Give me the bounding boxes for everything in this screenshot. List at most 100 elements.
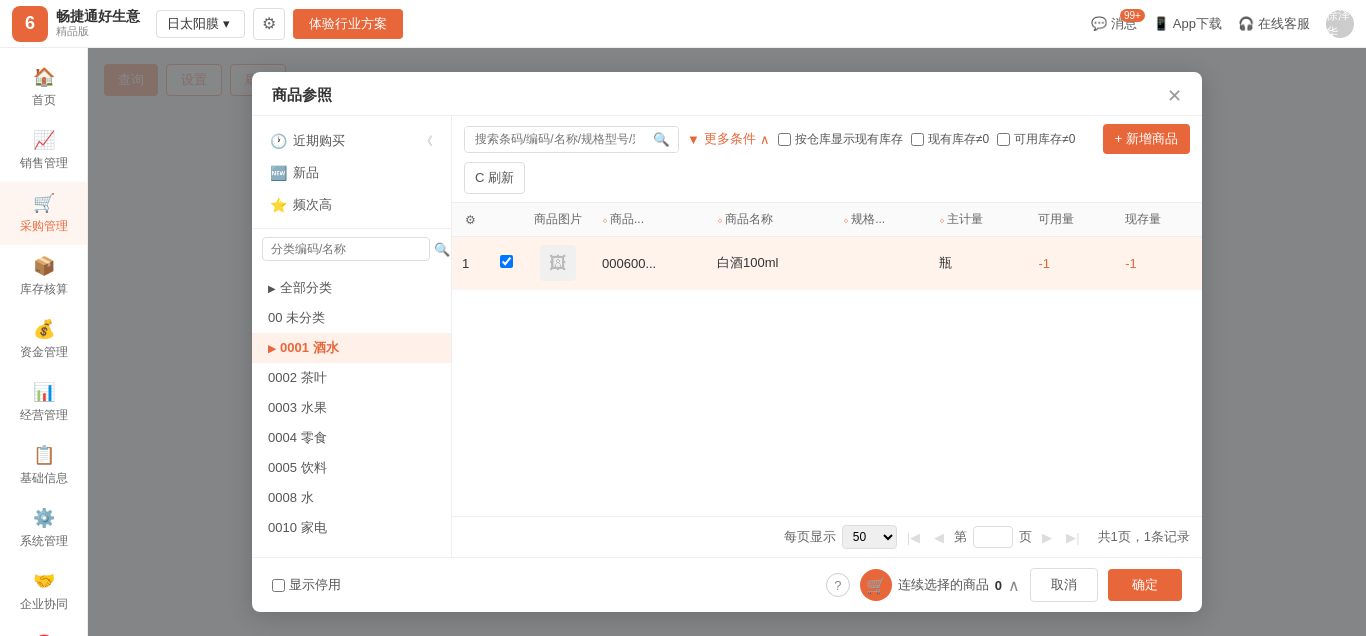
user-profile-nav-item[interactable]: 徐泽华 [1326,10,1354,38]
check-available-stock-not-zero[interactable]: 可用库存≠0 [997,131,1075,148]
sidebar-item-operations[interactable]: 📊 经营管理 [0,371,87,434]
system-icon: ⚙️ [33,507,55,529]
show-disabled-label[interactable]: 显示停用 [272,576,341,594]
help-icon[interactable]: ? [826,573,850,597]
settings-icon[interactable]: ⚙ [253,8,285,40]
category-item-0001[interactable]: ▶ 0001 酒水 [252,333,451,363]
message-nav-item[interactable]: 💬 消息 99+ [1091,15,1137,33]
cart-area: 🛒 连续选择的商品 0 ∧ [860,569,1020,601]
filter-icon: ▼ [687,132,700,147]
sidebar-item-sales[interactable]: 📈 销售管理 [0,119,87,182]
refresh-button[interactable]: C 刷新 [464,162,525,194]
category-item-0002[interactable]: 0002 茶叶 [252,363,451,393]
product-table-wrap: ⚙ 商品图片 [452,203,1202,516]
operations-icon: 📊 [33,381,55,403]
dialog-header: 商品参照 ✕ [252,72,1202,116]
sidebar-item-enterprise[interactable]: 🤝 企业协同 [0,560,87,623]
row-unit: 瓶 [929,237,1028,290]
table-row[interactable]: 1 🖼 000600... 白酒100ml [452,237,1202,290]
collapse-cart-icon[interactable]: ∧ [1008,576,1020,595]
row-code: 000600... [592,237,707,290]
page-suffix: 页 [1019,528,1032,546]
sidebar-item-inventory[interactable]: 📦 库存核算 [0,245,87,308]
left-panel: 🕐 近期购买 《 🆕 新品 ⭐ 频次高 [252,116,452,557]
message-icon: 💬 [1091,16,1107,31]
col-settings[interactable]: ⚙ [452,203,488,237]
col-name[interactable]: ⬦ 商品名称 [707,203,833,237]
next-page-btn[interactable]: ▶ [1038,528,1056,547]
product-image: 🖼 [540,245,576,281]
row-name: 白酒100ml [707,237,833,290]
cart-count: 0 [995,578,1002,593]
category-item-0005[interactable]: 0005 饮料 [252,453,451,483]
row-checkbox[interactable] [500,255,513,268]
category-item-0003[interactable]: 0003 水果 [252,393,451,423]
nav-right: 💬 消息 99+ 📱 App下载 🎧 在线客服 徐泽华 [1091,10,1354,38]
col-spec[interactable]: ⬦ 规格... [833,203,929,237]
sort-icon-code: ⬦ [602,214,608,225]
sidebar-item-finance[interactable]: 💰 资金管理 [0,308,87,371]
col-code[interactable]: ⬦ 商品... [592,203,707,237]
company-selector[interactable]: 日太阳膜 ▾ [156,10,245,38]
product-search-input[interactable] [465,127,645,151]
new-products-item[interactable]: 🆕 新品 [262,158,441,188]
check-current-stock-not-zero[interactable]: 现有库存≠0 [911,131,989,148]
category-item-0004[interactable]: 0004 零食 [252,423,451,453]
chevron-down-icon: ▾ [223,16,230,31]
category-search-icon[interactable]: 🔍 [434,242,450,257]
col-available[interactable]: 可用量 [1028,203,1115,237]
show-disabled-checkbox[interactable] [272,579,285,592]
per-page-select[interactable]: 50 100 200 [842,525,897,549]
category-item-0010[interactable]: 0010 家电 [252,513,451,543]
category-search-input[interactable] [262,237,430,261]
sidebar-item-guide[interactable]: 🎯 新手引导 [0,623,87,636]
sidebar-item-system[interactable]: ⚙️ 系统管理 [0,497,87,560]
row-checkbox-cell[interactable] [488,237,524,290]
product-table: ⚙ 商品图片 [452,203,1202,290]
page-number-input[interactable]: 1 [973,526,1013,548]
left-panel-top: 🕐 近期购买 《 🆕 新品 ⭐ 频次高 [252,126,451,229]
close-button[interactable]: ✕ [1167,87,1182,105]
main-area: 查询 设置 刷新 商品参照 ✕ 🕐 [88,48,1366,636]
check-warehouse-stock[interactable]: 按仓库显示现有库存 [778,131,903,148]
dialog-title: 商品参照 [272,86,332,105]
download-icon: 📱 [1153,16,1169,31]
sidebar-item-purchase[interactable]: 🛒 采购管理 [0,182,87,245]
last-page-btn[interactable]: ▶| [1062,528,1083,547]
online-service-nav-item[interactable]: 🎧 在线客服 [1238,15,1310,33]
current-stock-checkbox[interactable] [911,133,924,146]
confirm-button[interactable]: 确定 [1108,569,1182,601]
more-conditions-button[interactable]: ▼ 更多条件 ∧ [687,130,770,148]
expand-icon: ▶ [268,283,276,294]
first-page-btn[interactable]: |◀ [903,528,924,547]
warehouse-stock-checkbox[interactable] [778,133,791,146]
all-category-item[interactable]: ▶ 全部分类 [252,273,451,303]
table-header: ⚙ 商品图片 [452,203,1202,237]
sidebar-item-home[interactable]: 🏠 首页 [0,56,87,119]
logo-icon: 6 [12,6,48,42]
app-download-nav-item[interactable]: 📱 App下载 [1153,15,1222,33]
col-stock[interactable]: 现存量 [1115,203,1202,237]
frequent-item[interactable]: ⭐ 频次高 [262,190,441,220]
right-panel: 🔍 ▼ 更多条件 ∧ 按仓库显示现有库存 [452,116,1202,557]
footer-right: ? 🛒 连续选择的商品 0 ∧ 取消 确定 [826,568,1182,602]
app-layout: 🏠 首页 📈 销售管理 🛒 采购管理 📦 库存核算 💰 资金管理 📊 经营管理 … [0,48,1366,636]
add-product-button[interactable]: + 新增商品 [1103,124,1190,154]
cart-icon[interactable]: 🛒 [860,569,892,601]
recent-buy-item[interactable]: 🕐 近期购买 《 [262,126,441,156]
collapse-icon[interactable]: 《 [421,133,433,150]
cancel-button[interactable]: 取消 [1030,568,1098,602]
category-item-0008[interactable]: 0008 水 [252,483,451,513]
prev-page-btn[interactable]: ◀ [930,528,948,547]
try-industry-button[interactable]: 体验行业方案 [293,9,403,39]
product-reference-dialog: 商品参照 ✕ 🕐 近期购买 《 � [252,72,1202,612]
table-body: 1 🖼 000600... 白酒100ml [452,237,1202,290]
sort-icon-unit: ⬦ [939,214,945,225]
available-stock-checkbox[interactable] [997,133,1010,146]
row-available: -1 [1028,237,1115,290]
category-list: ▶ 全部分类 00 未分类 ▶ 0001 酒水 0002 茶 [252,269,451,547]
category-item-00[interactable]: 00 未分类 [252,303,451,333]
product-search-button[interactable]: 🔍 [645,127,678,152]
col-unit[interactable]: ⬦ 主计量 [929,203,1028,237]
sidebar-item-basic-info[interactable]: 📋 基础信息 [0,434,87,497]
